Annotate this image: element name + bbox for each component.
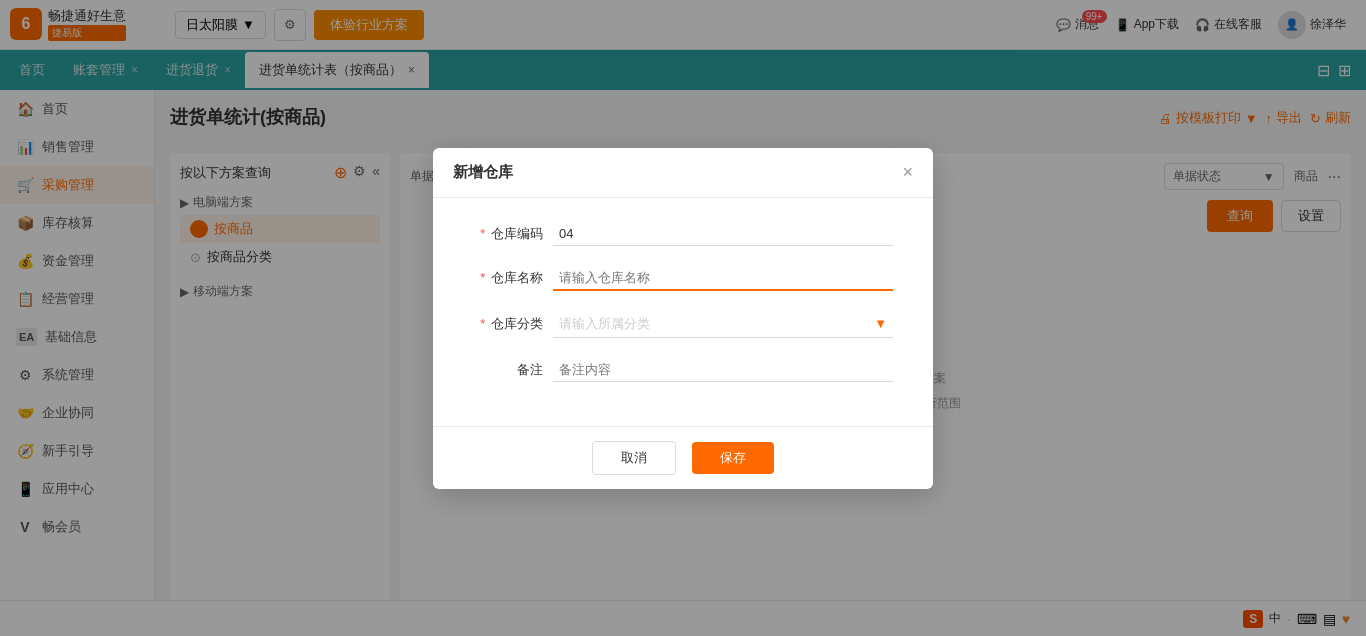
remark-label: 备注 <box>473 361 543 379</box>
required-star-name: * <box>480 270 485 285</box>
modal-close-icon[interactable]: × <box>902 162 913 183</box>
warehouse-code-input[interactable] <box>553 222 893 246</box>
modal-overlay: 新增仓库 × * 仓库编码 * 仓库名称 <box>0 0 1366 636</box>
add-warehouse-modal: 新增仓库 × * 仓库编码 * 仓库名称 <box>433 148 933 489</box>
category-dropdown-icon: ▼ <box>874 316 887 331</box>
cancel-button[interactable]: 取消 <box>592 441 676 475</box>
required-star-code: * <box>480 226 485 241</box>
form-row-name: * 仓库名称 <box>473 266 893 291</box>
modal-header: 新增仓库 × <box>433 148 933 198</box>
required-star-category: * <box>480 316 485 331</box>
modal-body: * 仓库编码 * 仓库名称 * 仓库分类 请输入所属 <box>433 198 933 426</box>
name-label: * 仓库名称 <box>473 269 543 287</box>
modal-footer: 取消 保存 <box>433 426 933 489</box>
category-label: * 仓库分类 <box>473 315 543 333</box>
form-row-category: * 仓库分类 请输入所属分类 ▼ <box>473 311 893 338</box>
warehouse-remark-input[interactable] <box>553 358 893 382</box>
code-label: * 仓库编码 <box>473 225 543 243</box>
form-row-remark: 备注 <box>473 358 893 382</box>
warehouse-category-select[interactable]: 请输入所属分类 ▼ <box>553 311 893 338</box>
form-row-code: * 仓库编码 <box>473 222 893 246</box>
warehouse-name-input[interactable] <box>553 266 893 291</box>
modal-title: 新增仓库 <box>453 163 513 182</box>
category-placeholder: 请输入所属分类 <box>559 315 650 333</box>
save-button[interactable]: 保存 <box>692 442 774 474</box>
